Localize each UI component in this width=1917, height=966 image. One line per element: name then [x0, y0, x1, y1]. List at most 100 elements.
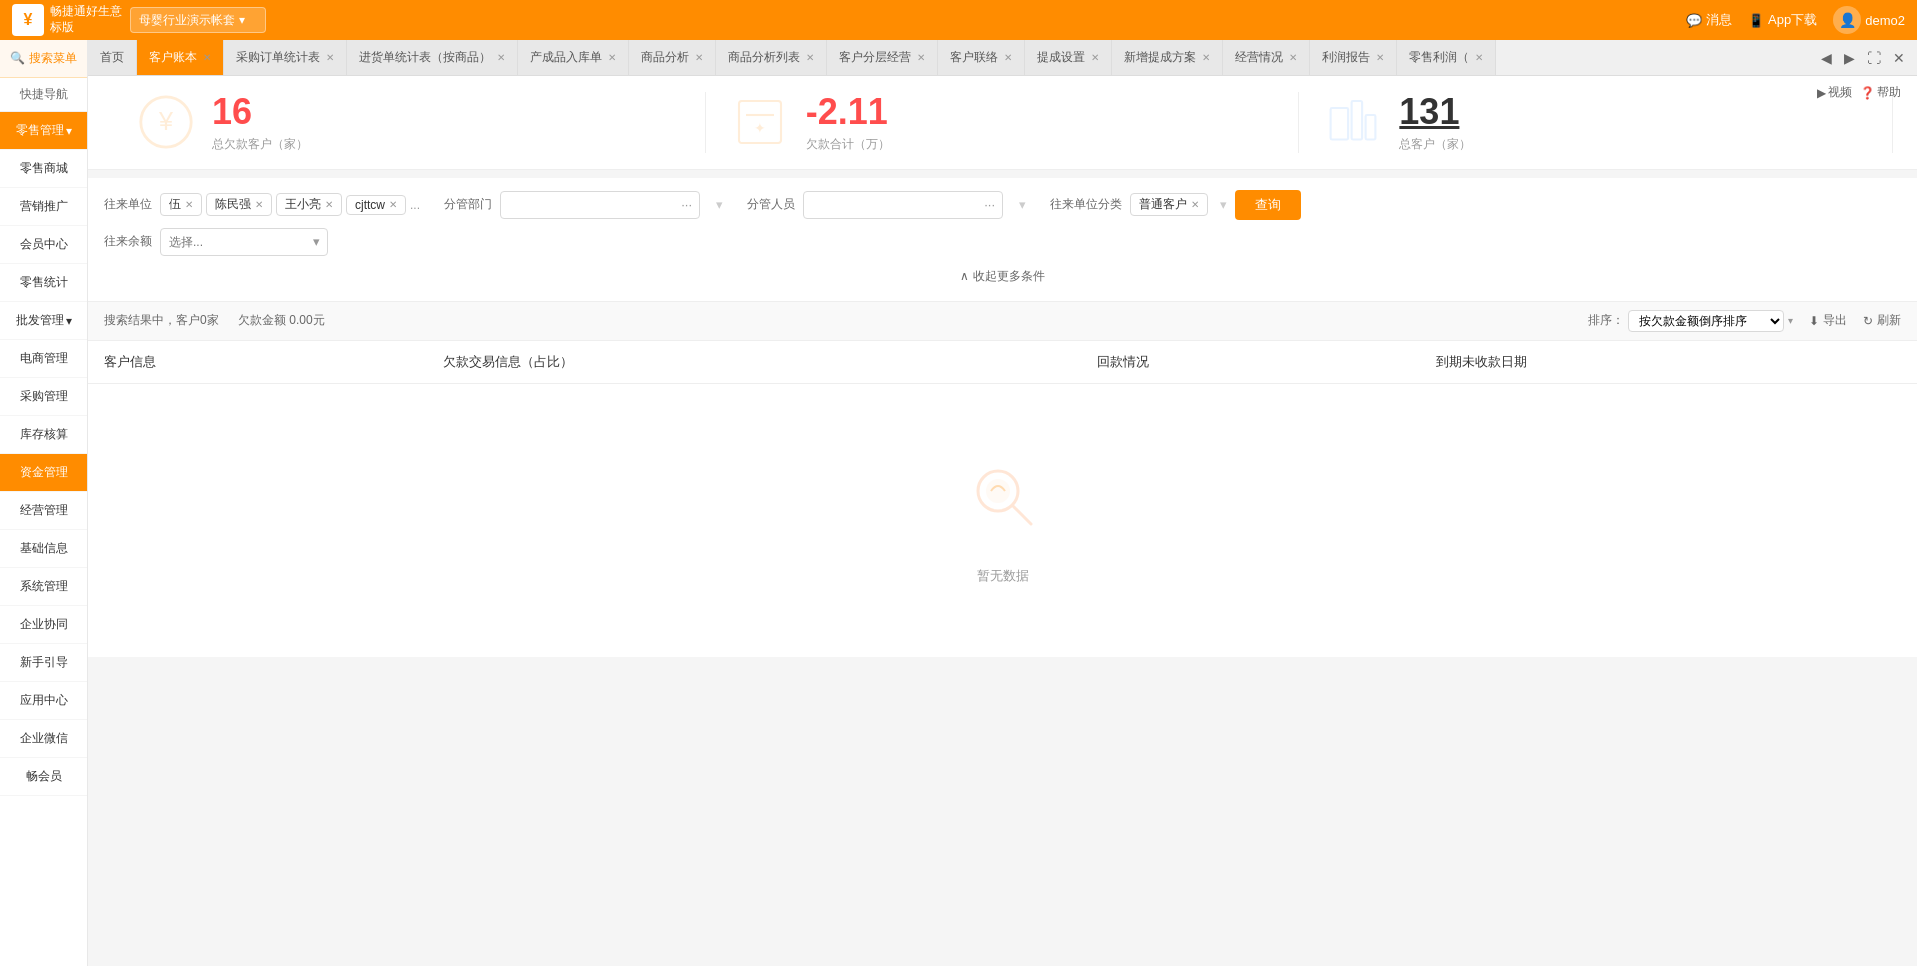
- tag-close-icon[interactable]: ✕: [1191, 199, 1199, 210]
- sort-select[interactable]: 按欠款金额倒序排序: [1628, 310, 1784, 332]
- tab-close-icon[interactable]: ✕: [1475, 52, 1483, 63]
- stat-total-arrears-value: -2.11: [806, 92, 890, 132]
- tab-close-icon[interactable]: ✕: [608, 52, 616, 63]
- sidebar-item-marketing[interactable]: 营销推广: [0, 188, 87, 226]
- person-input[interactable]: [803, 191, 1003, 219]
- tab-product-analysis[interactable]: 商品分析 ✕: [629, 40, 716, 75]
- sidebar-item-operations-mgmt[interactable]: 经营管理: [0, 492, 87, 530]
- data-table: 客户信息 欠款交易信息（占比） 回款情况 到期未收款日期: [88, 341, 1917, 658]
- tab-close-icon[interactable]: ✕: [203, 52, 211, 63]
- video-btn[interactable]: ▶ 视频: [1817, 84, 1852, 101]
- table-header: 客户信息 欠款交易信息（占比） 回款情况 到期未收款日期: [88, 341, 1917, 384]
- sidebar-item-basic-info[interactable]: 基础信息: [0, 530, 87, 568]
- store-selector[interactable]: 母婴行业演示帐套 ▾: [130, 7, 266, 33]
- tab-close-icon[interactable]: ✕: [497, 52, 505, 63]
- tab-product-analysis-list[interactable]: 商品分析列表 ✕: [716, 40, 827, 75]
- tab-customer-contact[interactable]: 客户联络 ✕: [938, 40, 1025, 75]
- tab-next-btn[interactable]: ▶: [1840, 48, 1859, 68]
- tab-operations[interactable]: 经营情况 ✕: [1223, 40, 1310, 75]
- search-menu-btn[interactable]: 🔍 搜索菜单: [8, 50, 79, 67]
- download-icon: 📱: [1748, 13, 1764, 28]
- sidebar-item-capital-mgmt[interactable]: 资金管理: [0, 454, 87, 492]
- filter-tag-normal-customer[interactable]: 普通客户 ✕: [1130, 193, 1208, 216]
- sidebar-item-wholesale-mgmt[interactable]: 批发管理 ▾: [0, 302, 87, 340]
- tab-close-icon[interactable]: ✕: [806, 52, 814, 63]
- tab-inbound-stats[interactable]: 进货单统计表（按商品） ✕: [347, 40, 518, 75]
- col-customer-info: 客户信息: [88, 341, 427, 384]
- messages-btn[interactable]: 💬 消息: [1686, 11, 1732, 29]
- sidebar-item-new-guide[interactable]: 新手引导: [0, 644, 87, 682]
- tab-new-achievement[interactable]: 新增提成方案 ✕: [1112, 40, 1223, 75]
- filter-tag-wangxiaoliang[interactable]: 王小亮 ✕: [276, 193, 342, 216]
- tab-reminder-settings[interactable]: 提成设置 ✕: [1025, 40, 1112, 75]
- filter-row-2: 往来余额 ▾: [104, 228, 1901, 256]
- chevron-down-icon: ▾: [66, 314, 72, 328]
- tab-home[interactable]: 首页: [88, 40, 137, 75]
- filter-tag-chenminqiang[interactable]: 陈民强 ✕: [206, 193, 272, 216]
- chevron-down-icon: ▾: [1788, 315, 1793, 326]
- tag-close-icon[interactable]: ✕: [325, 199, 333, 210]
- quick-nav-btn[interactable]: 快捷导航: [0, 78, 87, 112]
- tab-close-icon[interactable]: ✕: [1202, 52, 1210, 63]
- arrears-icon: ✦: [730, 92, 790, 152]
- stat-all-customers-label: 总客户（家）: [1399, 136, 1471, 153]
- help-btn[interactable]: ❓ 帮助: [1860, 84, 1901, 101]
- tab-close-icon[interactable]: ✕: [1289, 52, 1297, 63]
- sidebar: 🔍 搜索菜单 快捷导航 零售管理 ▾ 零售商城 营销推广 会员中心 零售统计: [0, 40, 88, 966]
- tag-close-icon[interactable]: ✕: [255, 199, 263, 210]
- tab-retail-profit[interactable]: 零售利润（ ✕: [1397, 40, 1496, 75]
- tab-close-icon[interactable]: ✕: [917, 52, 925, 63]
- department-input[interactable]: [500, 191, 700, 219]
- sidebar-item-enterprise-wechat[interactable]: 企业微信: [0, 720, 87, 758]
- tab-customer-account[interactable]: 客户账本 ✕: [137, 40, 224, 75]
- balance-input[interactable]: [160, 228, 328, 256]
- export-btn[interactable]: ⬇ 导出: [1809, 312, 1847, 329]
- tab-close-icon[interactable]: ✕: [1004, 52, 1012, 63]
- app-download-btn[interactable]: 📱 App下载: [1748, 11, 1817, 29]
- col-arrears-info: 欠款交易信息（占比）: [427, 341, 1081, 384]
- result-actions: 排序： 按欠款金额倒序排序 ▾ ⬇ 导出 ↻ 刷新: [1588, 310, 1901, 332]
- table-header-row: 客户信息 欠款交易信息（占比） 回款情况 到期未收款日期: [88, 341, 1917, 384]
- sidebar-item-purchase[interactable]: 采购管理: [0, 378, 87, 416]
- unit-tags: 伍 ✕ 陈民强 ✕ 王小亮 ✕ cjttcw ✕: [160, 193, 420, 216]
- sidebar-item-retail-mall[interactable]: 零售商城: [0, 150, 87, 188]
- tab-purchase-order[interactable]: 采购订单统计表 ✕: [224, 40, 347, 75]
- sort-container: 排序： 按欠款金额倒序排序 ▾: [1588, 310, 1793, 332]
- query-button[interactable]: 查询: [1235, 190, 1301, 220]
- sidebar-item-app-center[interactable]: 应用中心: [0, 682, 87, 720]
- tab-maximize-btn[interactable]: ⛶: [1863, 48, 1885, 68]
- sidebar-item-vip-member[interactable]: 畅会员: [0, 758, 87, 796]
- filter-tag-wu[interactable]: 伍 ✕: [160, 193, 202, 216]
- sidebar-item-ecommerce[interactable]: 电商管理: [0, 340, 87, 378]
- tab-prev-btn[interactable]: ◀: [1817, 48, 1836, 68]
- tag-close-icon[interactable]: ✕: [389, 199, 397, 210]
- tag-close-icon[interactable]: ✕: [185, 199, 193, 210]
- sidebar-item-enterprise-coop[interactable]: 企业协同: [0, 606, 87, 644]
- tab-close-icon[interactable]: ✕: [695, 52, 703, 63]
- sidebar-item-inventory[interactable]: 库存核算: [0, 416, 87, 454]
- sidebar-search[interactable]: 🔍 搜索菜单: [0, 40, 87, 78]
- svg-rect-6: [1352, 101, 1363, 140]
- user-avatar[interactable]: 👤 demo2: [1833, 6, 1905, 34]
- refresh-btn[interactable]: ↻ 刷新: [1863, 312, 1901, 329]
- tab-close-icon[interactable]: ✕: [1091, 52, 1099, 63]
- sidebar-item-retail-stats[interactable]: 零售统计: [0, 264, 87, 302]
- svg-rect-7: [1366, 115, 1376, 140]
- collapse-button[interactable]: ∧ 收起更多条件: [104, 264, 1901, 289]
- sidebar-item-member-center[interactable]: 会员中心: [0, 226, 87, 264]
- more-tags-btn[interactable]: ...: [410, 198, 420, 212]
- empty-icon: [963, 456, 1043, 555]
- tab-production-inbound[interactable]: 产成品入库单 ✕: [518, 40, 629, 75]
- tab-close-icon[interactable]: ✕: [326, 52, 334, 63]
- tab-more-btn[interactable]: ✕: [1889, 48, 1909, 68]
- sidebar-item-retail-mgmt[interactable]: 零售管理 ▾: [0, 112, 87, 150]
- filter-tag-cjttcw[interactable]: cjttcw ✕: [346, 195, 406, 215]
- sidebar-item-system-mgmt[interactable]: 系统管理: [0, 568, 87, 606]
- stats-banner: ¥ 16 总欠款客户（家） ✦: [88, 76, 1917, 170]
- tab-profit-report[interactable]: 利润报告 ✕: [1310, 40, 1397, 75]
- col-repayment: 回款情况: [1081, 341, 1420, 384]
- chevron-down-icon: ▾: [66, 124, 72, 138]
- tab-close-icon[interactable]: ✕: [1376, 52, 1384, 63]
- tab-customer-segment[interactable]: 客户分层经营 ✕: [827, 40, 938, 75]
- main-layout: 🔍 搜索菜单 快捷导航 零售管理 ▾ 零售商城 营销推广 会员中心 零售统计: [0, 40, 1917, 966]
